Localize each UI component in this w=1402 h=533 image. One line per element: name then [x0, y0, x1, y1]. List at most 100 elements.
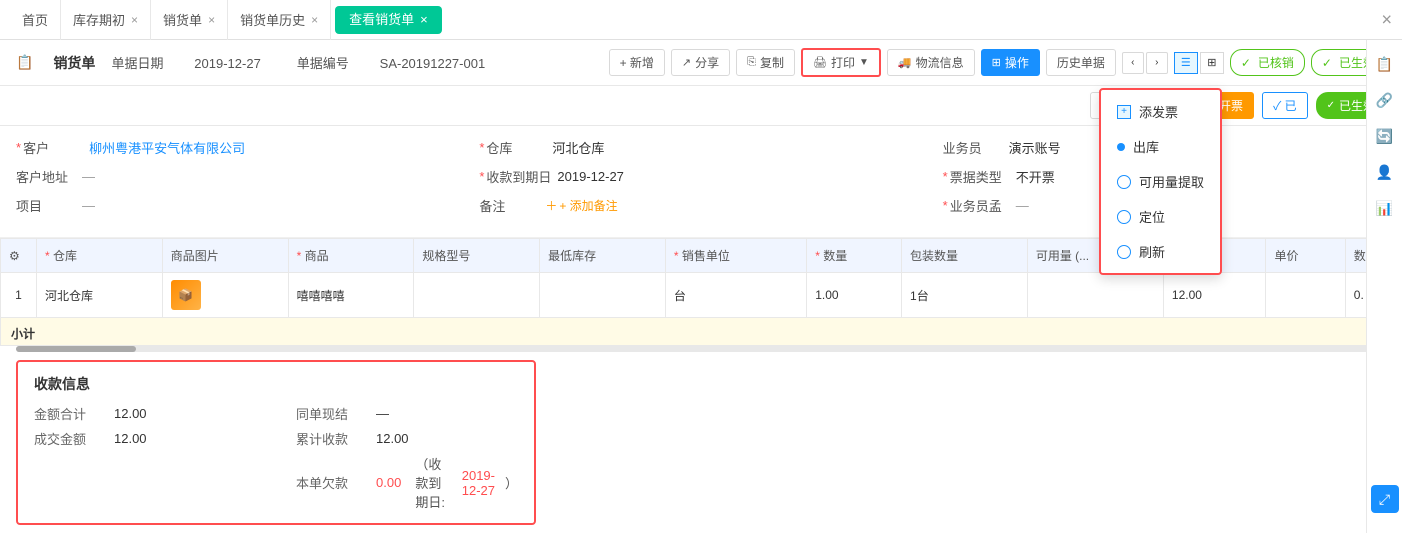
row-product-img: 📦 — [162, 273, 288, 318]
next-arrow[interactable]: › — [1146, 52, 1168, 74]
debt-date: 2019-12-27 — [462, 468, 495, 498]
sidebar-icon-expand[interactable]: ⤢ — [1371, 485, 1399, 513]
close-sales-history-tab[interactable]: × — [311, 13, 318, 27]
menu-locate[interactable]: 定位 — [1101, 199, 1220, 234]
menu-refresh[interactable]: 刷新 — [1101, 234, 1220, 269]
col-spec: 规格型号 — [414, 239, 540, 273]
locate-icon — [1117, 210, 1131, 224]
menu-ship-out[interactable]: 出库 — [1101, 129, 1220, 164]
tab-inventory-init[interactable]: 库存期初 × — [61, 0, 151, 40]
table-row: 1 河北仓库 📦 嘻嘻嘻嘻 台 1.00 1台 12.00 — [1, 273, 1402, 318]
add-note-button[interactable]: ＋ + 添加备注 — [545, 197, 617, 214]
col-pack-qty: 包装数量 — [902, 239, 1028, 273]
doc-title: 销货单 — [53, 53, 95, 73]
view-grid-button[interactable]: ⊞ — [1200, 52, 1224, 74]
menu-available-qty[interactable]: 可用量提取 — [1101, 164, 1220, 199]
operation-dropdown: + 添发票 出库 可用量提取 定位 刷新 — [1099, 88, 1222, 275]
total-amount-value: 12.00 — [114, 406, 147, 421]
col-min-stock: 最低库存 — [540, 239, 666, 273]
doc-number-value: SA-20191227-001 — [380, 56, 486, 71]
nav-arrows: ‹ › — [1122, 52, 1168, 74]
row-stock: 12.00 — [1163, 273, 1266, 318]
sidebar-icon-4[interactable]: 👤 — [1371, 158, 1399, 186]
ship-out-icon — [1117, 143, 1125, 151]
address-field: 客户地址 — — [16, 167, 459, 186]
transaction-amount-row: 成交金额 12.00 — [34, 429, 256, 448]
row-min-stock — [540, 273, 666, 318]
menu-add-invoice[interactable]: + 添发票 — [1101, 94, 1220, 129]
row-spec — [414, 273, 540, 318]
col-sales-unit: * 销售单位 — [665, 239, 806, 273]
cancel-status-badge: ✓ 已核销 — [1230, 49, 1305, 76]
row-warehouse: 河北仓库 — [37, 273, 163, 318]
prev-arrow[interactable]: ‹ — [1122, 52, 1144, 74]
customer-field: * 客户 柳州粤港平安气体有限公司 — [16, 138, 459, 157]
subtotal-label: 小计 — [1, 318, 1402, 347]
sidebar-icon-1[interactable]: 📋 — [1371, 50, 1399, 78]
same-order-row: 同单现结 — — [296, 404, 518, 423]
payment-due-value: 2019-12-27 — [557, 169, 624, 184]
row-sales-unit: 台 — [665, 273, 806, 318]
tab-view-sales[interactable]: 查看销货单 × — [335, 6, 442, 34]
warehouse-value: 河北仓库 — [552, 138, 604, 157]
total-amount-row: 金额合计 12.00 — [34, 404, 256, 423]
doc-number-label: 单据编号 SA-20191227-001 — [297, 53, 505, 72]
payment-info-title: 收款信息 — [34, 374, 518, 394]
col-unit-price: 单价 — [1266, 239, 1345, 273]
history-button[interactable]: 历史单据 — [1046, 49, 1116, 76]
tab-home[interactable]: 首页 — [10, 0, 61, 40]
address-value: — — [82, 169, 95, 184]
sales-person-value: 演示账号 — [1009, 138, 1061, 157]
right-sidebar: 📋 🔗 🔄 👤 📊 ⤢ — [1366, 40, 1402, 533]
share-button[interactable]: ↗ 分享 — [671, 49, 730, 76]
row-unit-price — [1266, 273, 1345, 318]
payment-due-field: * 收款到期日 2019-12-27 — [479, 167, 922, 186]
scroll-indicator — [16, 346, 1386, 352]
new-button[interactable]: + 新增 — [609, 49, 665, 76]
close-view-sales-tab[interactable]: × — [420, 6, 428, 34]
col-settings[interactable]: ⚙ — [1, 239, 37, 273]
tab-sales-history[interactable]: 销货单历史 × — [228, 0, 331, 40]
same-order-value: — — [376, 406, 389, 421]
row-available — [1027, 273, 1163, 318]
project-field: 项目 — — [16, 196, 459, 215]
print-button[interactable]: 🖨 打印 ▼ — [801, 48, 881, 77]
warehouse-field: * 仓库 河北仓库 — [479, 138, 922, 157]
row-num: 1 — [1, 273, 37, 318]
scroll-thumb[interactable] — [16, 346, 136, 352]
current-debt-value: 0.00 — [376, 475, 401, 490]
copy-button[interactable]: ⎘ 复制 — [736, 49, 795, 76]
confirm-button[interactable]: ✓ 已 — [1262, 92, 1308, 119]
sidebar-icon-3[interactable]: 🔄 — [1371, 122, 1399, 150]
current-debt-row: 本单欠款 0.00 （收款到期日: 2019-12-27 ） — [296, 454, 518, 511]
tab-bar: 首页 库存期初 × 销货单 × 销货单历史 × 查看销货单 × × — [0, 0, 1402, 40]
close-inventory-init-tab[interactable]: × — [131, 13, 138, 27]
close-sales-order-tab[interactable]: × — [208, 13, 215, 27]
add-invoice-icon: + — [1117, 105, 1131, 119]
col-product-img: 商品图片 — [162, 239, 288, 273]
subtotal-row: 小计 — [1, 318, 1402, 347]
close-window-button[interactable]: × — [1381, 9, 1392, 30]
customer-value[interactable]: 柳州粤港平安气体有限公司 — [89, 138, 245, 157]
cumulative-payment-row: 累计收款 12.00 — [296, 429, 518, 448]
tab-sales-order[interactable]: 销货单 × — [151, 0, 228, 40]
sales-rep-value: — — [1016, 198, 1029, 213]
sidebar-icon-5[interactable]: 📊 — [1371, 194, 1399, 222]
row-pack-qty: 1台 — [902, 273, 1028, 318]
refresh-icon — [1117, 245, 1131, 259]
doc-header: 📋 销货单 单据日期 2019-12-27 单据编号 SA-20191227-0… — [0, 40, 1402, 86]
row-product: 嘻嘻嘻嘻 — [288, 273, 414, 318]
available-qty-icon — [1117, 175, 1131, 189]
product-thumbnail: 📦 — [171, 280, 201, 310]
view-table-button[interactable]: ☰ — [1174, 52, 1198, 74]
cumulative-payment-value: 12.00 — [376, 431, 409, 446]
sidebar-icon-2[interactable]: 🔗 — [1371, 86, 1399, 114]
col-qty: * 数量 — [807, 239, 902, 273]
view-toggle: ☰ ⊞ — [1174, 52, 1224, 74]
col-warehouse: * 仓库 — [37, 239, 163, 273]
doc-date-label: 单据日期 2019-12-27 — [111, 53, 280, 72]
col-product: * 商品 — [288, 239, 414, 273]
doc-icon: 📋 — [16, 54, 33, 71]
logistics-button[interactable]: 🚚 物流信息 — [887, 49, 975, 76]
operation-button[interactable]: ⊞ 操作 — [981, 49, 1040, 76]
